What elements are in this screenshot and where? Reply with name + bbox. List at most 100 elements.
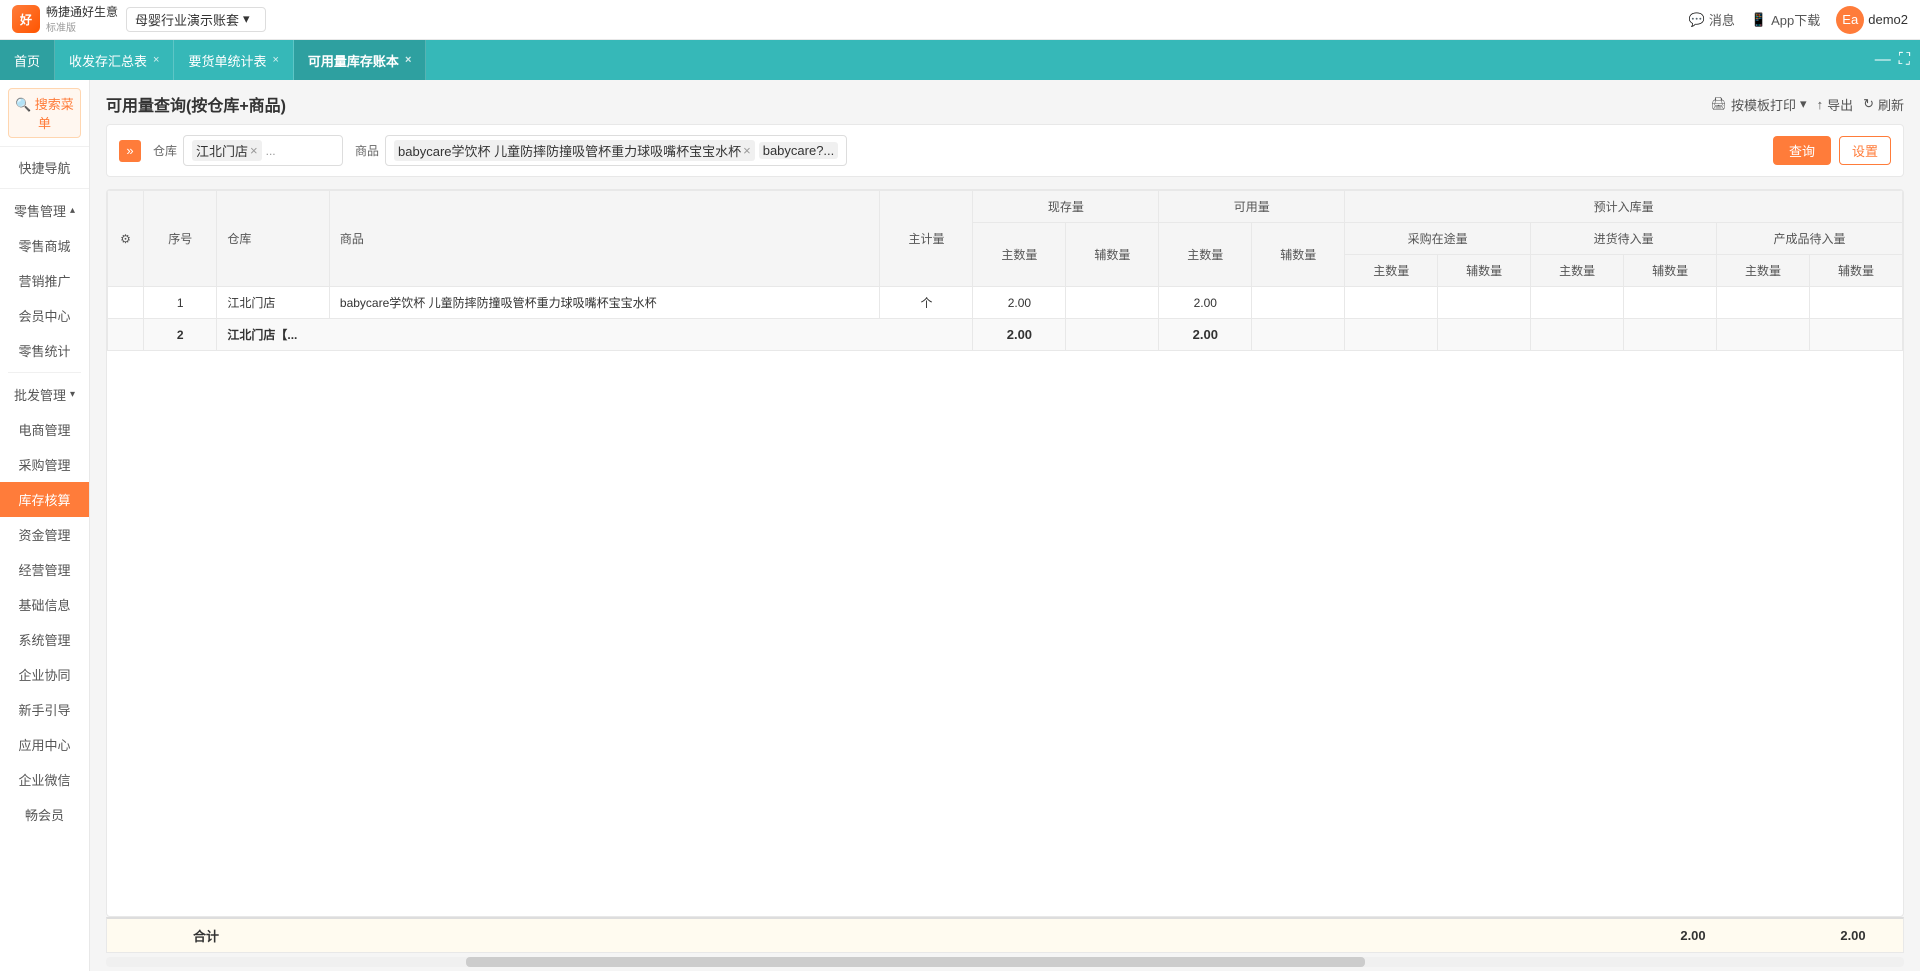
product-tag-2: babycare?... [759,142,839,159]
sidebar-item-finance-label: 资金管理 [18,525,70,544]
row-incoming-main [1531,287,1624,319]
user-area[interactable]: Ea demo2 [1836,6,1908,34]
sidebar-item-basics-label: 基础信息 [18,595,70,614]
page-actions: 🖨 按模板打印 ▾ ↑ 导出 ↻ 刷新 [1711,95,1905,114]
warehouse-more: ... [266,144,276,158]
sidebar-item-member-center[interactable]: 会员中心 [0,298,89,333]
row-produce-aux [1810,287,1903,319]
product-filter-label: 商品 [355,142,379,159]
tab-available-inv[interactable]: 可用量库存账本 × [294,40,426,80]
sidebar-item-retail-mall[interactable]: 零售商城 [0,228,89,263]
filter-expand-button[interactable]: » [119,140,141,162]
sidebar-item-marketing[interactable]: 营销推广 [0,263,89,298]
tab-maximize-icon[interactable]: ⛶ [1899,51,1910,69]
sidebar-item-operations[interactable]: 经营管理 [0,552,89,587]
message-icon: 💬 [1689,12,1705,28]
quick-nav-label: 快捷导航 [18,161,70,176]
sidebar-item-newguide[interactable]: 新手引导 [0,692,89,727]
top-bar-left: 好 畅捷通好生意 标准版 母婴行业演示账套 ▾ [12,5,266,34]
content-area: 可用量查询(按仓库+商品) 🖨 按模板打印 ▾ ↑ 导出 ↻ 刷新 [90,80,1920,971]
tab-available-inv-close[interactable]: × [405,54,411,66]
sidebar-item-appcenter-label: 应用中心 [18,735,70,754]
sidebar-item-ecommerce[interactable]: 电商管理 [0,412,89,447]
th-warehouse: 仓库 [217,191,330,287]
app-label: App下载 [1771,10,1820,29]
sidebar-item-appcenter[interactable]: 应用中心 [0,727,89,762]
row-warehouse: 江北门店 [217,287,330,319]
sidebar-item-retail-stat[interactable]: 零售统计 [0,333,89,368]
sidebar-item-marketing-label: 营销推广 [18,271,70,290]
sidebar-item-basics[interactable]: 基础信息 [0,587,89,622]
sidebar-item-member-label: 畅会员 [25,805,64,824]
print-button[interactable]: 🖨 按模板打印 ▾ [1711,95,1807,114]
subtotal-label: 江北门店【... [217,319,973,351]
sidebar-item-inventory[interactable]: 库存核算 [0,482,89,517]
tab-order-stat-close[interactable]: × [272,54,278,66]
subtotal-no: 2 [144,319,217,351]
sidebar-nav: 快捷导航 [0,147,89,189]
th-gear[interactable]: ⚙ [108,191,144,287]
filter-bar: » 仓库 江北门店 × ... 商品 babycare学饮杯 儿童防摔防撞吸管杯… [106,124,1904,177]
scroll-bar[interactable] [106,957,1904,967]
warehouse-tag-close[interactable]: × [250,143,258,158]
row-product: babycare学饮杯 儿童防摔防撞吸管杯重力球吸嘴杯宝宝水杯 [329,287,880,319]
tab-recv-pay[interactable]: 收发存汇总表 × [55,40,174,80]
tab-recv-pay-close[interactable]: × [153,54,159,66]
logo-title: 畅捷通好生意 [46,5,118,19]
search-label: 搜索菜单 [35,97,74,131]
refresh-button[interactable]: ↻ 刷新 [1863,95,1904,114]
tab-home[interactable]: 首页 [0,40,55,80]
query-button[interactable]: 查询 [1773,136,1831,165]
export-button[interactable]: ↑ 导出 [1817,95,1854,114]
sidebar-item-finance[interactable]: 资金管理 [0,517,89,552]
th-purchase-transit-group: 采购在途量 [1345,223,1531,255]
scroll-thumb [466,957,1365,967]
setting-button[interactable]: 设置 [1839,136,1891,165]
search-menu-button[interactable]: 🔍 搜索菜单 [8,88,81,138]
tab-order-stat[interactable]: 要货单统计表 × [174,40,293,80]
expand-icon: » [126,143,133,158]
sidebar: 🔍 搜索菜单 快捷导航 零售管理 ▴ 零售商城 营销推广 会员中心 [0,80,90,971]
sidebar-item-retail-mgmt-arrow: ▴ [70,205,75,216]
sidebar-item-enterprise-label: 企业协同 [18,665,70,684]
subtotal-avail-aux [1252,319,1345,351]
product-filter: 商品 babycare学饮杯 儿童防摔防撞吸管杯重力球吸嘴杯宝宝水杯 × bab… [355,135,847,166]
product-tag-2-text: babycare?... [763,143,835,158]
sidebar-item-inventory-label: 库存核算 [18,490,70,509]
sidebar-item-enterprise[interactable]: 企业协同 [0,657,89,692]
message-button[interactable]: 💬 消息 [1689,10,1735,29]
subtotal-row: 2 江北门店【... 2.00 2.00 [108,319,1903,351]
sidebar-search: 🔍 搜索菜单 [0,80,89,147]
quick-nav-button[interactable]: 快捷导航 [0,153,89,182]
sidebar-item-member[interactable]: 畅会员 [0,797,89,832]
page-header: 可用量查询(按仓库+商品) 🖨 按模板打印 ▾ ↑ 导出 ↻ 刷新 [90,80,1920,124]
sidebar-item-retail-stat-label: 零售统计 [18,341,70,360]
sidebar-item-newguide-label: 新手引导 [18,700,70,719]
product-tag: babycare学饮杯 儿童防摔防撞吸管杯重力球吸嘴杯宝宝水杯 × [394,140,755,161]
tab-bar: 首页 收发存汇总表 × 要货单统计表 × 可用量库存账本 × — ⛶ [0,40,1920,80]
sidebar-item-purchase[interactable]: 采购管理 [0,447,89,482]
warehouse-input[interactable]: 江北门店 × ... [183,135,343,166]
print-icon: 🖨 [1711,96,1728,112]
tab-minimize-icon[interactable]: — [1875,51,1891,69]
row-avail-main: 2.00 [1159,287,1252,319]
export-icon: ↑ [1817,97,1824,112]
subtotal-stock-main: 2.00 [973,319,1066,351]
th-produce-pending-group: 产成品待入量 [1717,223,1903,255]
industry-select[interactable]: 母婴行业演示账套 ▾ [126,7,266,32]
product-tag-close[interactable]: × [743,143,751,158]
row-gear [108,287,144,319]
sidebar-item-purchase-label: 采购管理 [18,455,70,474]
row-avail-aux [1252,287,1345,319]
main-layout: 🔍 搜索菜单 快捷导航 零售管理 ▴ 零售商城 营销推广 会员中心 [0,80,1920,971]
refresh-label: 刷新 [1878,95,1904,114]
row-stock-aux [1066,287,1159,319]
sidebar-item-batch-mgmt-arrow: ▾ [70,389,75,400]
app-download-button[interactable]: 📱 App下载 [1751,10,1820,29]
row-purchase-aux [1438,287,1531,319]
product-input[interactable]: babycare学饮杯 儿童防摔防撞吸管杯重力球吸嘴杯宝宝水杯 × babyca… [385,135,847,166]
sidebar-item-wechat-work[interactable]: 企业微信 [0,762,89,797]
sidebar-item-system[interactable]: 系统管理 [0,622,89,657]
sidebar-item-batch-mgmt[interactable]: 批发管理 ▾ [0,377,89,412]
sidebar-item-retail-mgmt[interactable]: 零售管理 ▴ [0,193,89,228]
